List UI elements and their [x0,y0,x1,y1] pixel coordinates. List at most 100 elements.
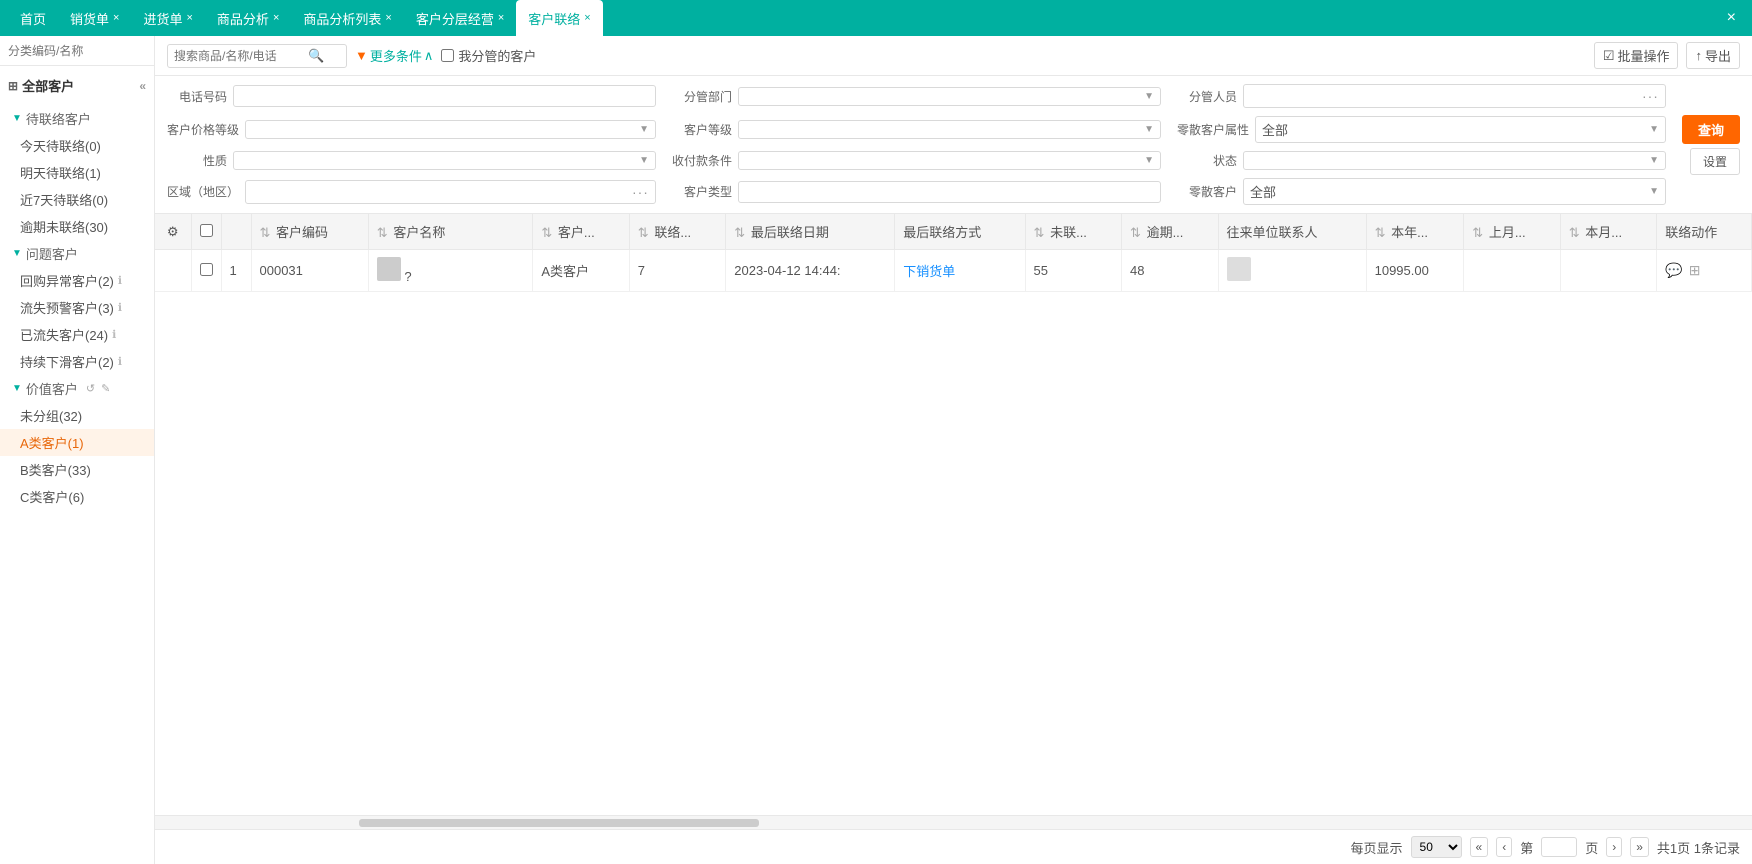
qr-action-icon[interactable]: ⊞ [1689,262,1701,279]
scroll-thumb[interactable] [359,819,759,827]
filter-more-button[interactable]: ▼ 更多条件 ∧ [355,46,433,65]
filter-phone-input[interactable] [233,85,656,107]
sidebar-all-customers-header[interactable]: ⊞ 全部客户 « [0,70,154,101]
th-last-month[interactable]: ⇅ 上月... [1464,214,1560,250]
th-no-contact[interactable]: ⇅ 未联... [1025,214,1121,250]
filter-retail-customer-label: 零散客户 [1177,183,1237,200]
settings-icon[interactable]: ⚙ [167,224,179,239]
sidebar-item-class-b[interactable]: B类客户(33) [0,456,154,483]
td-overdue: 48 [1122,250,1218,292]
th-name[interactable]: ⇅ 客户名称 [368,214,533,250]
sidebar-item-declining[interactable]: 持续下滑客户(2) ℹ [0,348,154,375]
sidebar-item-ungrouped[interactable]: 未分组(32) [0,402,154,429]
sidebar-item-7days[interactable]: 近7天待联络(0) [0,186,154,213]
last-method-link[interactable]: 下销货单 [903,264,955,279]
sidebar-item-class-c[interactable]: C类客户(6) [0,483,154,510]
nav-tab-customer-segment[interactable]: 客户分层经营 × [404,0,516,36]
th-code[interactable]: ⇅ 客户编码 [251,214,368,250]
sidebar-item-class-a[interactable]: A类客户(1) [0,429,154,456]
row-checkbox[interactable] [200,263,213,276]
info-icon-churned[interactable]: ℹ [112,328,116,341]
first-page-button[interactable]: « [1470,837,1489,857]
sort-icon-code[interactable]: ⇅ [260,225,271,240]
filter-manager-input[interactable]: ··· [1243,84,1666,108]
nav-tab-product-list[interactable]: 商品分析列表 × [291,0,403,36]
sort-icon-contact[interactable]: ⇅ [638,225,649,240]
sort-icon-no-contact[interactable]: ⇅ [1034,225,1045,240]
filter-status-dropdown[interactable]: ▼ [1243,151,1666,170]
sort-icon-last-date[interactable]: ⇅ [734,225,745,240]
filter-search-icon[interactable]: 🔍 [308,48,324,64]
last-page-button[interactable]: » [1630,837,1649,857]
filter-my-customer[interactable]: 我分管的客户 [441,46,536,65]
my-customer-checkbox[interactable] [441,49,454,62]
prev-page-button[interactable]: ‹ [1496,837,1512,857]
sort-icon-overdue[interactable]: ⇅ [1130,225,1141,240]
sidebar-group-pending[interactable]: ▼ 待联络客户 [0,105,154,132]
filter-retail-customer-dropdown[interactable]: 全部 ▼ [1243,178,1666,205]
sort-icon-last-month[interactable]: ⇅ [1472,225,1483,240]
sort-icon-name[interactable]: ⇅ [377,225,388,240]
th-last-date[interactable]: ⇅ 最后联络日期 [726,214,895,250]
sidebar-item-abnormal[interactable]: 回购异常客户(2) ℹ [0,267,154,294]
filter-region-dots[interactable]: ··· [245,180,656,204]
page-number-input[interactable]: 1 [1541,837,1577,857]
close-segment-tab[interactable]: × [498,12,504,24]
refresh-icon[interactable]: ↺ [86,382,95,395]
th-overdue[interactable]: ⇅ 逾期... [1122,214,1218,250]
nav-tab-home[interactable]: 首页 [8,0,58,36]
horizontal-scrollbar[interactable] [155,815,1752,829]
close-all-button[interactable]: × [1719,9,1744,27]
export-button[interactable]: ↑ 导出 [1686,42,1740,69]
sidebar-group-value[interactable]: ▼ 价值客户 ↺ ✎ [0,375,154,402]
filter-customer-type-input[interactable] [738,181,1161,203]
chat-action-icon[interactable]: 💬 [1665,262,1682,279]
th-last-method[interactable]: 最后联络方式 [895,214,1025,250]
sidebar-collapse-button[interactable]: « [139,79,146,93]
th-settings[interactable]: ⚙ [155,214,191,250]
close-sales-tab[interactable]: × [113,12,119,24]
sidebar-group-problem[interactable]: ▼ 问题客户 [0,240,154,267]
close-purchase-tab[interactable]: × [186,12,192,24]
info-icon-churn-warning[interactable]: ℹ [118,301,122,314]
sort-icon-type[interactable]: ⇅ [541,225,552,240]
filter-retail-attr-dropdown[interactable]: 全部 ▼ [1255,116,1666,143]
sort-icon-this-year[interactable]: ⇅ [1375,225,1386,240]
nav-tab-product-analysis[interactable]: 商品分析 × [205,0,291,36]
sort-icon-this-month[interactable]: ⇅ [1569,225,1580,240]
batch-operation-button[interactable]: ☑ 批量操作 [1594,42,1679,69]
nav-tab-customer-contact[interactable]: 客户联络 × [516,0,602,36]
filter-dept-dropdown[interactable]: ▼ [738,87,1161,106]
filter-nature-dropdown[interactable]: ▼ [233,151,656,170]
th-contact[interactable]: ⇅ 联络... [629,214,725,250]
filter-payment-dropdown[interactable]: ▼ [738,151,1161,170]
info-icon-abnormal[interactable]: ℹ [118,274,122,287]
nav-tab-sales[interactable]: 销货单 × [58,0,131,36]
th-this-month[interactable]: ⇅ 本月... [1560,214,1656,250]
nav-tab-purchase[interactable]: 进货单 × [131,0,204,36]
info-icon-declining[interactable]: ℹ [118,355,122,368]
query-button[interactable]: 查询 [1682,115,1740,144]
sidebar-item-churn-warning[interactable]: 流失预警客户(3) ℹ [0,294,154,321]
page-size-select[interactable]: 50 100 200 [1411,836,1462,858]
sidebar-item-tomorrow[interactable]: 明天待联络(1) [0,159,154,186]
filter-search-input[interactable] [174,49,304,63]
sidebar-item-churned[interactable]: 已流失客户(24) ℹ [0,321,154,348]
th-this-year[interactable]: ⇅ 本年... [1366,214,1464,250]
filter-price-level-dropdown[interactable]: ▼ [245,120,656,139]
customer-level-dropdown-icon: ▼ [1144,124,1154,135]
close-product-analysis-tab[interactable]: × [273,12,279,24]
setting-button[interactable]: 设置 [1690,148,1740,175]
th-unit-contact[interactable]: 往来单位联系人 [1218,214,1366,250]
edit-icon[interactable]: ✎ [101,382,110,395]
th-type[interactable]: ⇅ 客户... [533,214,629,250]
close-product-list-tab[interactable]: × [385,12,391,24]
select-all-checkbox[interactable] [200,224,213,237]
sidebar-search-input[interactable] [8,44,155,58]
close-contact-tab[interactable]: × [584,12,590,24]
filter-customer-level-dropdown[interactable]: ▼ [738,120,1161,139]
sidebar-item-today[interactable]: 今天待联络(0) [0,132,154,159]
filter-customer-level: 客户等级 ▼ [672,116,1161,143]
next-page-button[interactable]: › [1606,837,1622,857]
sidebar-item-overdue[interactable]: 逾期未联络(30) [0,213,154,240]
